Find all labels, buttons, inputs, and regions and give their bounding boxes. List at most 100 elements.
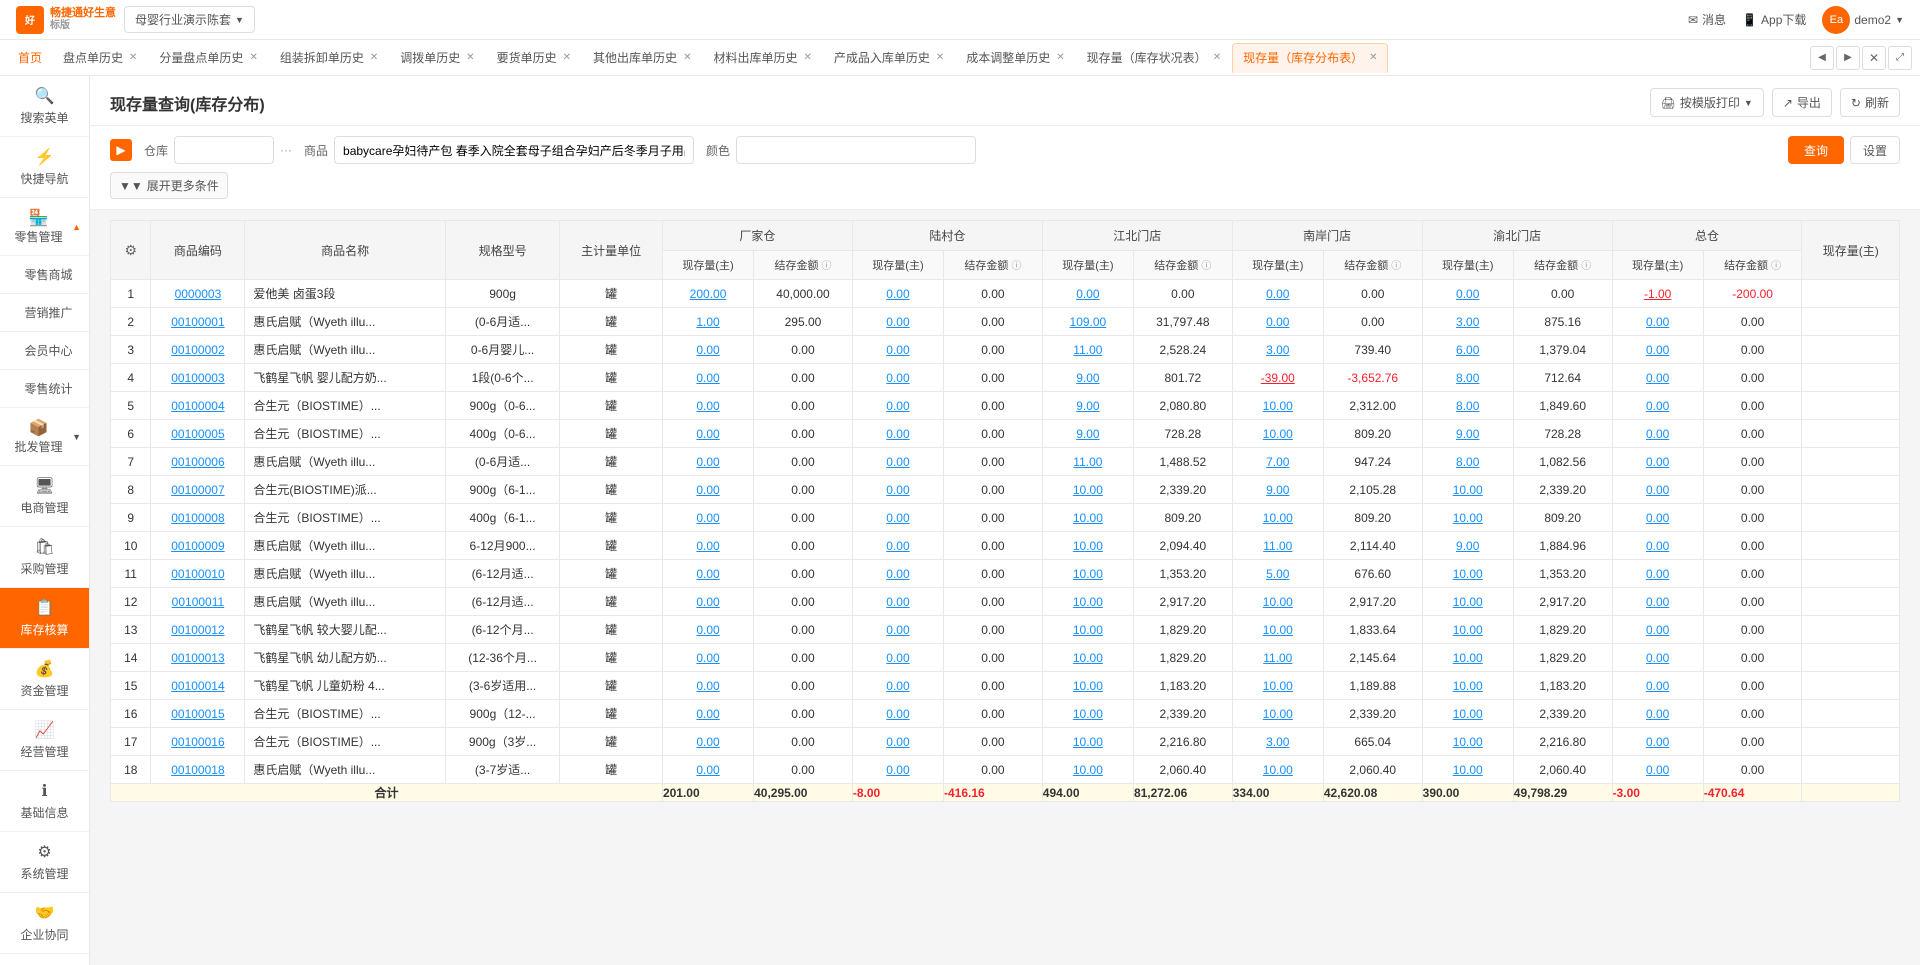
td-code[interactable]: 00100006 <box>151 448 245 476</box>
td-total-qty[interactable]: 0.00 <box>1612 532 1703 560</box>
sidebar-item-member[interactable]: 会员中心 <box>0 332 89 370</box>
td-jb-qty[interactable]: 10.00 <box>1042 616 1133 644</box>
td-lc-qty[interactable]: 0.00 <box>852 728 943 756</box>
td-yb-qty[interactable]: 10.00 <box>1422 560 1513 588</box>
td-code[interactable]: 0000003 <box>151 280 245 308</box>
td-fac-qty[interactable]: 0.00 <box>662 448 753 476</box>
td-na-qty[interactable]: 5.00 <box>1232 560 1323 588</box>
td-code[interactable]: 00100007 <box>151 476 245 504</box>
td-na-qty[interactable]: 10.00 <box>1232 616 1323 644</box>
td-code[interactable]: 00100013 <box>151 644 245 672</box>
td-yb-qty[interactable]: 3.00 <box>1422 308 1513 336</box>
td-na-qty[interactable]: 10.00 <box>1232 392 1323 420</box>
close-icon[interactable]: ✕ <box>249 52 257 63</box>
td-fac-qty[interactable]: 0.00 <box>662 364 753 392</box>
td-code[interactable]: 00100004 <box>151 392 245 420</box>
td-lc-qty[interactable]: 0.00 <box>852 336 943 364</box>
info-icon[interactable]: ⓘ <box>1771 261 1781 272</box>
td-jb-qty[interactable]: 109.00 <box>1042 308 1133 336</box>
td-total-qty[interactable]: 0.00 <box>1612 588 1703 616</box>
td-jb-qty[interactable]: 10.00 <box>1042 672 1133 700</box>
td-lc-qty[interactable]: 0.00 <box>852 504 943 532</box>
td-yb-qty[interactable]: 8.00 <box>1422 448 1513 476</box>
td-total-qty[interactable]: 0.00 <box>1612 420 1703 448</box>
user-profile-btn[interactable]: Ea demo2 ▼ <box>1822 6 1904 34</box>
td-lc-qty[interactable]: 0.00 <box>852 280 943 308</box>
td-yb-qty[interactable]: 10.00 <box>1422 476 1513 504</box>
td-jb-qty[interactable]: 10.00 <box>1042 700 1133 728</box>
td-na-qty[interactable]: -39.00 <box>1232 364 1323 392</box>
td-jb-qty[interactable]: 0.00 <box>1042 280 1133 308</box>
sidebar-item-mall[interactable]: 零售商城 <box>0 256 89 294</box>
td-total-qty[interactable]: 0.00 <box>1612 392 1703 420</box>
sidebar-item-system[interactable]: ⚙ 系统管理 <box>0 832 89 893</box>
td-yb-qty[interactable]: 10.00 <box>1422 700 1513 728</box>
td-total-qty[interactable]: 0.00 <box>1612 504 1703 532</box>
td-code[interactable]: 00100002 <box>151 336 245 364</box>
td-jb-qty[interactable]: 10.00 <box>1042 532 1133 560</box>
td-fac-qty[interactable]: 0.00 <box>662 588 753 616</box>
close-icon[interactable]: ✕ <box>1056 52 1064 63</box>
td-na-qty[interactable]: 11.00 <box>1232 532 1323 560</box>
export-btn[interactable]: ↗ 导出 <box>1772 88 1832 117</box>
td-jb-qty[interactable]: 10.00 <box>1042 728 1133 756</box>
tab-cost-adj[interactable]: 成本调整单历史 ✕ <box>955 43 1075 73</box>
sidebar-item-finance[interactable]: 💰 资金管理 <box>0 649 89 710</box>
tab-outbound[interactable]: 其他出库单历史 ✕ <box>582 43 702 73</box>
close-icon[interactable]: ✕ <box>129 52 137 63</box>
close-icon[interactable]: ✕ <box>370 52 378 63</box>
tab-split-check[interactable]: 分量盘点单历史 ✕ <box>148 43 268 73</box>
td-fac-qty[interactable]: 0.00 <box>662 336 753 364</box>
td-yb-qty[interactable]: 10.00 <box>1422 644 1513 672</box>
td-na-qty[interactable]: 10.00 <box>1232 588 1323 616</box>
close-icon[interactable]: ✕ <box>683 52 691 63</box>
td-total-qty[interactable]: 0.00 <box>1612 616 1703 644</box>
td-code[interactable]: 00100014 <box>151 672 245 700</box>
tab-stock-dist[interactable]: 现存量（库存分布表）✕ <box>1232 43 1388 73</box>
td-na-qty[interactable]: 0.00 <box>1232 308 1323 336</box>
tab-inventory-check[interactable]: 盘点单历史 ✕ <box>52 43 148 73</box>
td-yb-qty[interactable]: 10.00 <box>1422 616 1513 644</box>
settings-button[interactable]: 设置 <box>1850 136 1900 164</box>
td-jb-qty[interactable]: 10.00 <box>1042 504 1133 532</box>
td-total-qty[interactable]: 0.00 <box>1612 756 1703 784</box>
tab-stock-status[interactable]: 现存量（库存状况表）✕ <box>1076 43 1232 73</box>
td-jb-qty[interactable]: 10.00 <box>1042 644 1133 672</box>
info-icon[interactable]: ⓘ <box>1201 261 1211 272</box>
td-jb-qty[interactable]: 11.00 <box>1042 448 1133 476</box>
td-yb-qty[interactable]: 8.00 <box>1422 364 1513 392</box>
td-lc-qty[interactable]: 0.00 <box>852 420 943 448</box>
td-yb-qty[interactable]: 9.00 <box>1422 532 1513 560</box>
nav-close-all-btn[interactable]: ✕ <box>1862 46 1886 70</box>
td-na-qty[interactable]: 10.00 <box>1232 756 1323 784</box>
td-total-qty[interactable]: 0.00 <box>1612 644 1703 672</box>
td-yb-qty[interactable]: 10.00 <box>1422 672 1513 700</box>
info-icon[interactable]: ⓘ <box>822 261 832 272</box>
sidebar-item-guide[interactable]: 🎯 新手引导 <box>0 954 89 965</box>
sidebar-item-purchase[interactable]: 🛍 采购管理 <box>0 527 89 588</box>
close-icon[interactable]: ✕ <box>1213 52 1221 63</box>
td-na-qty[interactable]: 0.00 <box>1232 280 1323 308</box>
td-yb-qty[interactable]: 10.00 <box>1422 504 1513 532</box>
close-icon[interactable]: ✕ <box>563 52 571 63</box>
sidebar-item-ecom[interactable]: 🖥 电商管理 <box>0 466 89 527</box>
sidebar-item-stock[interactable]: 📋 库存核算 <box>0 588 89 649</box>
sidebar-item-nav[interactable]: ⚡ 快捷导航 <box>0 137 89 198</box>
sidebar-item-search[interactable]: 🔍 搜索英单 <box>0 76 89 137</box>
td-lc-qty[interactable]: 0.00 <box>852 448 943 476</box>
td-na-qty[interactable]: 9.00 <box>1232 476 1323 504</box>
filter-expand-btn[interactable]: ▶ <box>110 139 132 161</box>
td-lc-qty[interactable]: 0.00 <box>852 560 943 588</box>
td-total-qty[interactable]: 0.00 <box>1612 308 1703 336</box>
sidebar-item-collab[interactable]: 🤝 企业协同 <box>0 893 89 954</box>
td-jb-qty[interactable]: 10.00 <box>1042 560 1133 588</box>
td-total-qty[interactable]: -1.00 <box>1612 280 1703 308</box>
close-icon[interactable]: ✕ <box>803 52 811 63</box>
tab-product-in[interactable]: 产成品入库单历史 ✕ <box>823 43 955 73</box>
close-icon[interactable]: ✕ <box>936 52 944 63</box>
td-total-qty[interactable]: 0.00 <box>1612 672 1703 700</box>
td-lc-qty[interactable]: 0.00 <box>852 700 943 728</box>
sidebar-item-operations[interactable]: 📈 经营管理 <box>0 710 89 771</box>
td-na-qty[interactable]: 7.00 <box>1232 448 1323 476</box>
td-code[interactable]: 00100008 <box>151 504 245 532</box>
